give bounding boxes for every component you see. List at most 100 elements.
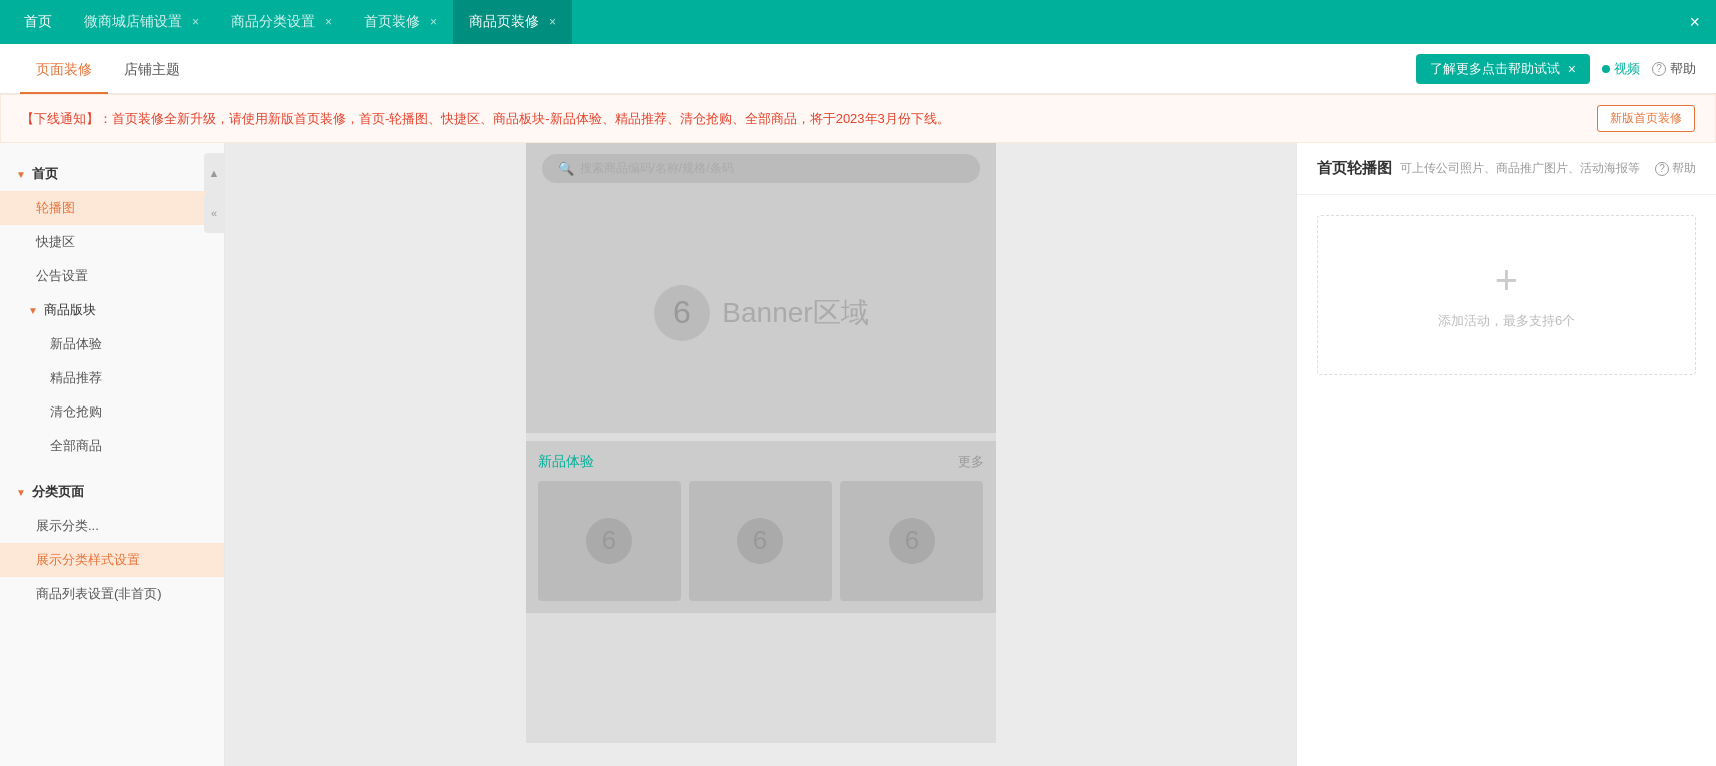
question-icon: ?	[1652, 62, 1666, 76]
arrow-down-category-icon: ▼	[16, 487, 26, 498]
sidebar-item-quicklink[interactable]: 快捷区	[0, 225, 224, 259]
tab-store-settings[interactable]: 微商城店铺设置 ×	[68, 0, 215, 44]
preview-new-products-section: 新品体验 更多 6 6 6	[526, 441, 996, 613]
sidebar-group-home-title[interactable]: ▼ 首页	[0, 157, 224, 191]
tab-product-decoration-label: 商品页装修	[469, 13, 539, 31]
new-version-button[interactable]: 新版首页装修	[1597, 105, 1695, 132]
sidebar-group-category-title[interactable]: ▼ 分类页面	[0, 475, 224, 509]
video-link[interactable]: 视频	[1602, 60, 1640, 78]
sub-tab-page-decoration-label: 页面装修	[36, 61, 92, 77]
help-banner-close[interactable]: ×	[1568, 61, 1576, 77]
preview-products-grid: 6 6 6	[538, 481, 984, 601]
sidebar-item-featured-label: 精品推荐	[50, 370, 102, 385]
banner-brand-icon: 6	[652, 283, 712, 343]
preview-section-header: 新品体验 更多	[538, 453, 984, 471]
main-layout: ▲ « ▼ 首页 轮播图 快捷区 公告设置 ▼ 商品版块	[0, 143, 1716, 766]
banner-logo: 6 Banner区域	[652, 283, 868, 343]
sub-tab-store-theme[interactable]: 店铺主题	[108, 44, 196, 94]
sidebar-subgroup-products-title[interactable]: ▼ 商品版块	[0, 293, 224, 327]
sidebar-subgroup-products-label: 商品版块	[44, 301, 96, 319]
tab-home-decoration[interactable]: 首页装修 ×	[348, 0, 453, 44]
preview-section-more: 更多	[958, 453, 984, 471]
tab-product-decoration[interactable]: 商品页装修 ×	[453, 0, 572, 44]
arrow-down-sub-icon: ▼	[28, 305, 38, 316]
sidebar-item-show-category-label: 展示分类...	[36, 518, 99, 533]
right-panel-title: 首页轮播图	[1317, 159, 1392, 178]
preview-product-card-1: 6	[538, 481, 681, 601]
help-banner[interactable]: 了解更多点击帮助试试 ×	[1416, 54, 1590, 84]
preview-banner: 6 Banner区域	[526, 193, 996, 433]
right-panel-help-button[interactable]: ? 帮助	[1655, 160, 1696, 177]
notice-text: 【下线通知】：首页装修全新升级，请使用新版首页装修，首页-轮播图、快捷区、商品板…	[21, 110, 950, 128]
sidebar-item-all-products[interactable]: 全部商品	[0, 429, 224, 463]
double-left-icon: «	[211, 207, 217, 219]
sidebar-item-notice[interactable]: 公告设置	[0, 259, 224, 293]
sidebar-item-clearance-label: 清仓抢购	[50, 404, 102, 419]
sidebar-item-banner-label: 轮播图	[36, 200, 75, 215]
sidebar-item-quicklink-label: 快捷区	[36, 234, 75, 249]
svg-text:6: 6	[602, 525, 616, 555]
sidebar-group-home-label: 首页	[32, 165, 58, 183]
tab-home-label: 首页	[24, 13, 52, 31]
tab-bar: 首页 微商城店铺设置 × 商品分类设置 × 首页装修 × 商品页装修 × ×	[0, 0, 1716, 44]
svg-text:6: 6	[905, 525, 919, 555]
video-dot-icon	[1602, 65, 1610, 73]
right-panel-subtitle: 可上传公司照片、商品推广图片、活动海报等	[1400, 160, 1647, 177]
video-label: 视频	[1614, 60, 1640, 78]
preview-section-title: 新品体验	[538, 453, 594, 471]
tab-category-settings-label: 商品分类设置	[231, 13, 315, 31]
tab-home[interactable]: 首页	[8, 0, 68, 44]
preview-product-card-2: 6	[689, 481, 832, 601]
help-label: 帮助	[1670, 60, 1696, 78]
preview-search-placeholder: 搜索商品编码/名称/规格/条码	[580, 160, 734, 177]
tab-category-settings[interactable]: 商品分类设置 ×	[215, 0, 348, 44]
sidebar-item-new-products-label: 新品体验	[50, 336, 102, 351]
sidebar-collapse-button[interactable]: ▲	[204, 153, 224, 193]
tab-product-decoration-close[interactable]: ×	[549, 15, 556, 29]
preview-phone: 🔍 搜索商品编码/名称/规格/条码 6 Banner区域 新品	[526, 143, 996, 743]
tab-store-settings-close[interactable]: ×	[192, 15, 199, 29]
sidebar-item-category-style[interactable]: 展示分类样式设置	[0, 543, 224, 577]
add-banner-plus-icon: +	[1495, 260, 1518, 300]
search-magnifier-icon: 🔍	[558, 161, 574, 176]
preview-search-bar: 🔍 搜索商品编码/名称/规格/条码	[526, 143, 996, 193]
tab-home-decoration-close[interactable]: ×	[430, 15, 437, 29]
tab-store-settings-label: 微商城店铺设置	[84, 13, 182, 31]
add-banner-text: 添加活动，最多支持6个	[1438, 312, 1575, 330]
svg-text:6: 6	[673, 294, 691, 330]
sidebar-item-featured[interactable]: 精品推荐	[0, 361, 224, 395]
banner-text-label: Banner区域	[722, 294, 868, 332]
arrow-down-icon: ▼	[16, 169, 26, 180]
tab-home-decoration-label: 首页装修	[364, 13, 420, 31]
sidebar-item-product-list[interactable]: 商品列表设置(非首页)	[0, 577, 224, 611]
sub-tab-right-area: 了解更多点击帮助试试 × 视频 ? 帮助	[1416, 54, 1696, 84]
sidebar-item-banner[interactable]: 轮播图	[0, 191, 224, 225]
sidebar-item-show-category[interactable]: 展示分类...	[0, 509, 224, 543]
sidebar-group-home: ▼ 首页 轮播图 快捷区 公告设置 ▼ 商品版块 新品体验 精品推荐	[0, 151, 224, 469]
right-panel-header: 首页轮播图 可上传公司照片、商品推广图片、活动海报等 ? 帮助	[1297, 143, 1716, 195]
chevron-up-icon: ▲	[209, 167, 220, 179]
sidebar-item-notice-label: 公告设置	[36, 268, 88, 283]
svg-text:6: 6	[753, 525, 767, 555]
tab-category-settings-close[interactable]: ×	[325, 15, 332, 29]
center-preview: 🔍 搜索商品编码/名称/规格/条码 6 Banner区域 新品	[225, 143, 1296, 766]
sidebar-double-arrow-button[interactable]: «	[204, 193, 224, 233]
sidebar-item-product-list-label: 商品列表设置(非首页)	[36, 586, 162, 601]
sidebar-item-new-products[interactable]: 新品体验	[0, 327, 224, 361]
sidebar: ▲ « ▼ 首页 轮播图 快捷区 公告设置 ▼ 商品版块	[0, 143, 225, 766]
sidebar-item-all-products-label: 全部商品	[50, 438, 102, 453]
sidebar-group-category-label: 分类页面	[32, 483, 84, 501]
preview-search-input: 🔍 搜索商品编码/名称/规格/条码	[542, 154, 980, 183]
preview-product-card-3: 6	[840, 481, 983, 601]
sidebar-item-clearance[interactable]: 清仓抢购	[0, 395, 224, 429]
sub-tab-page-decoration[interactable]: 页面装修	[20, 44, 108, 94]
help-link[interactable]: ? 帮助	[1652, 60, 1696, 78]
tab-bar-close-all[interactable]: ×	[1681, 12, 1708, 33]
right-panel: 首页轮播图 可上传公司照片、商品推广图片、活动海报等 ? 帮助 + 添加活动，最…	[1296, 143, 1716, 766]
sub-tab-bar: 页面装修 店铺主题 了解更多点击帮助试试 × 视频 ? 帮助	[0, 44, 1716, 94]
add-banner-area[interactable]: + 添加活动，最多支持6个	[1317, 215, 1696, 375]
right-panel-help-label: 帮助	[1672, 160, 1696, 177]
sidebar-group-category: ▼ 分类页面 展示分类... 展示分类样式设置 商品列表设置(非首页)	[0, 469, 224, 617]
sidebar-item-category-style-label: 展示分类样式设置	[36, 552, 140, 567]
help-banner-text: 了解更多点击帮助试试	[1430, 60, 1560, 78]
